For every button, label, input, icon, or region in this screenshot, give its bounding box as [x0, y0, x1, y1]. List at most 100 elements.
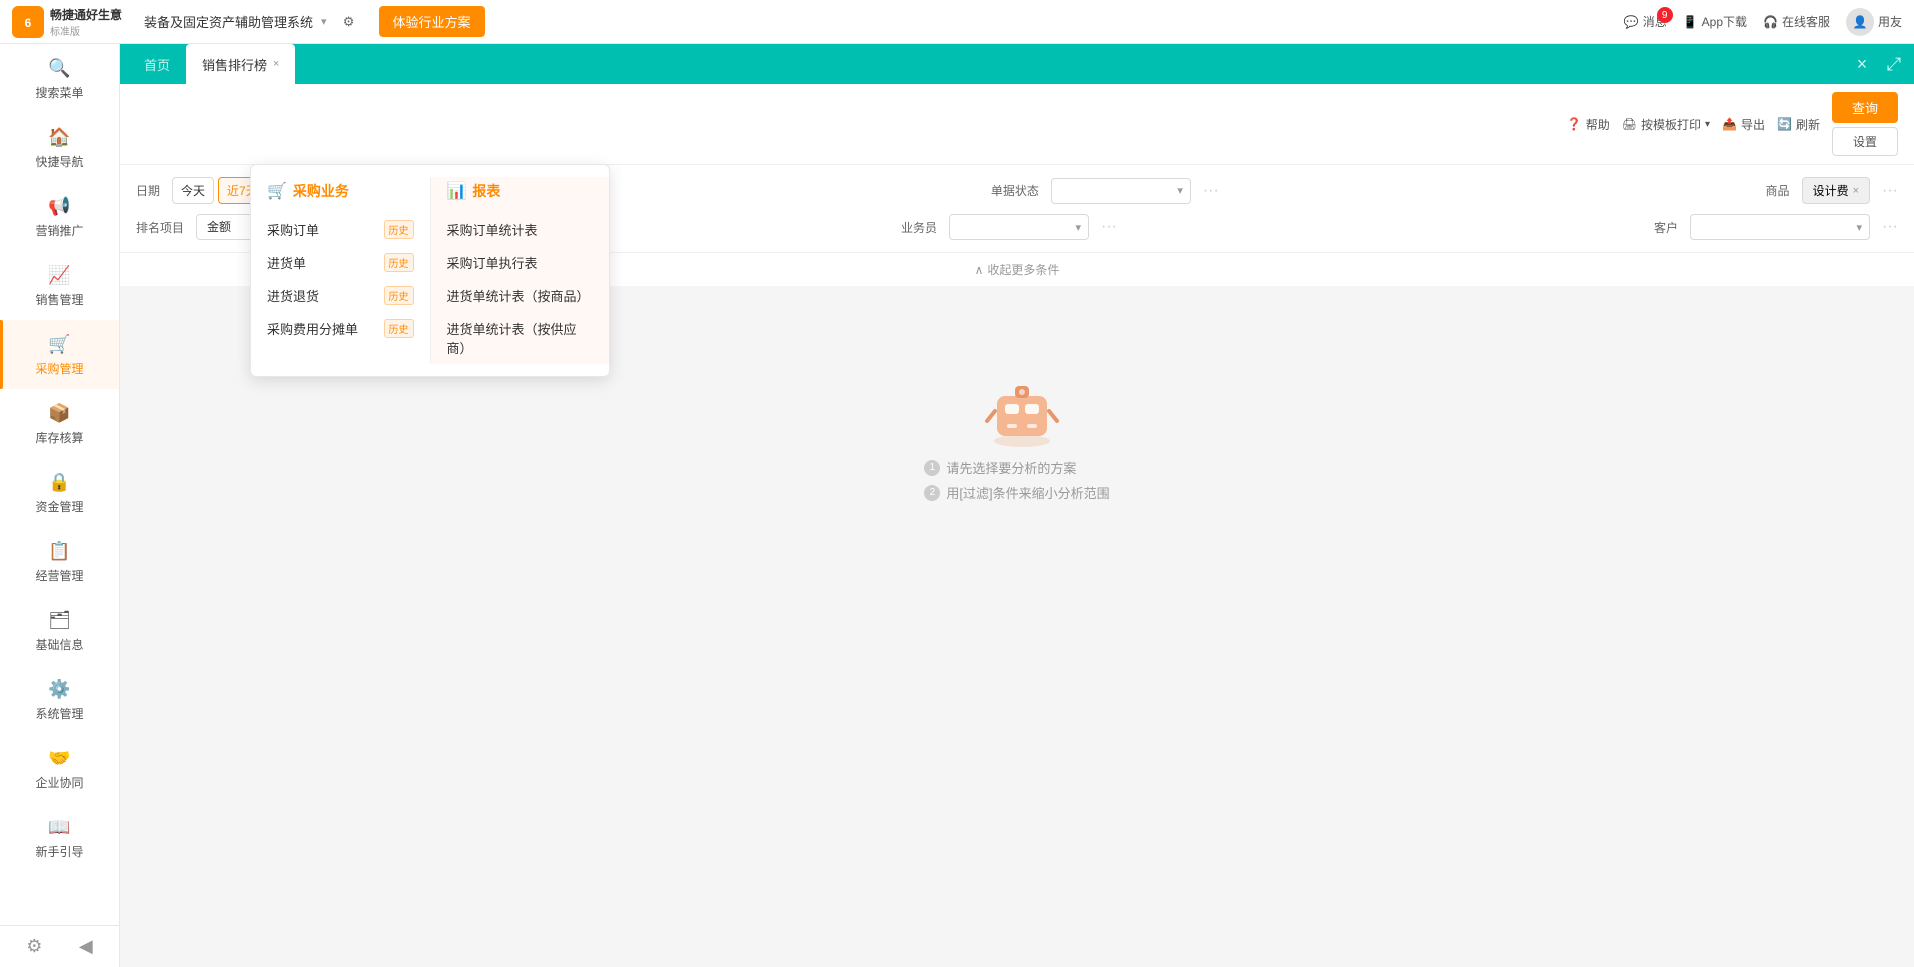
user-label: 用友: [1878, 13, 1902, 30]
dropdown-item-receipt[interactable]: 进货单 历史: [267, 246, 414, 279]
dropdown-col-reports: 📊 报表 采购订单统计表 采购订单执行表 进货单统计表（按商品）: [430, 177, 610, 364]
salesman-select[interactable]: [949, 214, 1089, 240]
goods-label: 商品: [1766, 182, 1790, 199]
refresh-label: 刷新: [1796, 116, 1820, 133]
settings-icon[interactable]: ⚙: [335, 8, 363, 36]
sidebar-item-purchase[interactable]: 🛒 采购管理: [0, 320, 119, 389]
sidebar-label-newbie: 新手引导: [35, 843, 83, 860]
avatar-icon: 👤: [1853, 15, 1868, 29]
sidebar-item-inventory[interactable]: 📦 库存核算: [0, 389, 119, 458]
dropdown-item-return[interactable]: 进货退货 历史: [267, 279, 414, 312]
empty-text-line2: 2 用[过滤]条件来缩小分析范围: [924, 483, 1109, 502]
trial-button[interactable]: 体验行业方案: [379, 6, 485, 37]
sidebar-item-sales[interactable]: 📈 销售管理: [0, 251, 119, 320]
online-service-label: 在线客服: [1782, 13, 1830, 30]
cost-history-badge: 历史: [384, 319, 414, 338]
sidebar-item-quicknav[interactable]: 🏠 快捷导航: [0, 113, 119, 182]
goods-tag-text: 设计费: [1813, 182, 1849, 199]
search-icon: 🔍: [48, 56, 72, 80]
dropdown-item-po-stats[interactable]: 采购订单统计表: [447, 213, 594, 246]
tab-expand-icon[interactable]: ⤢: [1882, 52, 1906, 76]
app-download-action[interactable]: 📱 App下载: [1683, 13, 1747, 30]
sidebar-label-marketing: 营销推广: [35, 222, 83, 239]
sidebar-item-finance[interactable]: 🔒 资金管理: [0, 458, 119, 527]
sidebar-item-search[interactable]: 🔍 搜索菜单: [0, 44, 119, 113]
sidebar-item-basic[interactable]: 🗂 基础信息: [0, 596, 119, 665]
purchase-dropdown-menu: 🛒 采购业务 采购订单 历史 进货单 历史 进货退货: [250, 164, 610, 377]
goods-tag[interactable]: 设计费 ×: [1802, 177, 1870, 204]
bill-status-select[interactable]: [1051, 178, 1191, 204]
page-content: ❓ 帮助 🖨 按模板打印 ▾ 📤 导出 🔄 刷新 查询: [120, 84, 1914, 967]
print-button[interactable]: 🖨 按模板打印 ▾: [1622, 116, 1710, 133]
dropdown-item-cost[interactable]: 采购费用分摊单 历史: [267, 312, 414, 345]
tab-close-window-icon[interactable]: ×: [1850, 52, 1874, 76]
return-label: 进货退货: [267, 286, 319, 305]
sidebar-item-enterprise[interactable]: 🤝 企业协同: [0, 734, 119, 803]
bill-status-select-wrap: [1051, 178, 1191, 204]
active-indicator: [0, 320, 3, 389]
tab-sales-rank-label: 销售排行榜: [202, 55, 267, 74]
sidebar-label-search: 搜索菜单: [35, 84, 83, 101]
step-1-icon: 1: [924, 460, 940, 476]
return-history-badge: 历史: [384, 286, 414, 305]
export-button[interactable]: 📤 导出: [1722, 116, 1765, 133]
bill-status-label: 单据状态: [991, 182, 1039, 199]
refresh-button[interactable]: 🔄 刷新: [1777, 116, 1820, 133]
dropdown-arrow-icon[interactable]: ▾: [321, 15, 327, 28]
dropdown-col-purchase: 🛒 采购业务 采购订单 历史 进货单 历史 进货退货: [251, 177, 430, 364]
sidebar-item-newbie[interactable]: 📖 新手引导: [0, 803, 119, 872]
toolbar-row: ❓ 帮助 🖨 按模板打印 ▾ 📤 导出 🔄 刷新 查询: [120, 84, 1914, 165]
logo-text-area: 畅捷通好生意 标准版: [50, 6, 122, 38]
tab-close-icon[interactable]: ×: [273, 58, 279, 70]
settings-bottom-icon[interactable]: ⚙: [26, 936, 42, 957]
bill-status-dots[interactable]: ···: [1203, 182, 1219, 200]
dropdown-col-reports-title: 📊 报表: [447, 177, 594, 213]
sidebar-item-system[interactable]: ⚙️ 系统管理: [0, 665, 119, 734]
empty-text-area: 1 请先选择要分析的方案 2 用[过滤]条件来缩小分析范围: [924, 458, 1109, 502]
print-arrow-icon: ▾: [1705, 119, 1710, 130]
dropdown-item-po[interactable]: 采购订单 历史: [267, 213, 414, 246]
help-button[interactable]: ❓ 帮助: [1567, 116, 1610, 133]
customer-dots[interactable]: ···: [1882, 218, 1898, 236]
empty-illustration: [977, 366, 1057, 446]
dropdown-item-receipt-stats-goods[interactable]: 进货单统计表（按商品）: [447, 279, 594, 312]
po-history-badge: 历史: [384, 220, 414, 239]
action-buttons: 查询 设置: [1832, 92, 1898, 156]
po-label: 采购订单: [267, 220, 319, 239]
rank-label: 排名项目: [136, 219, 184, 236]
collapse-text: 收起更多条件: [987, 261, 1059, 278]
print-label: 按模板打印: [1641, 116, 1701, 133]
dropdown-col1-title-text: 采购业务: [293, 181, 349, 201]
sidebar-item-marketing[interactable]: 📢 营销推广: [0, 182, 119, 251]
user-action[interactable]: 👤 用友: [1846, 8, 1902, 36]
customer-select[interactable]: [1690, 214, 1870, 240]
headset-icon: 🎧: [1763, 15, 1778, 29]
sidebar-label-basic: 基础信息: [35, 636, 83, 653]
salesman-dots[interactable]: ···: [1101, 218, 1117, 236]
goods-dots[interactable]: ···: [1882, 182, 1898, 200]
basic-icon: 🗂: [48, 608, 72, 632]
tab-sales-rank[interactable]: 销售排行榜 ×: [186, 44, 295, 84]
avatar: 👤: [1846, 8, 1874, 36]
sidebar-label-finance: 资金管理: [35, 498, 83, 515]
set-button[interactable]: 设置: [1832, 127, 1898, 156]
collapse-icon: ∧: [975, 263, 984, 277]
goods-tag-remove[interactable]: ×: [1853, 185, 1859, 197]
collapse-sidebar-icon[interactable]: ◀: [79, 936, 93, 957]
dropdown-item-po-exec[interactable]: 采购订单执行表: [447, 246, 594, 279]
sidebar-item-operation[interactable]: 📋 经营管理: [0, 527, 119, 596]
export-icon: 📤: [1722, 117, 1737, 131]
sidebar-label-system: 系统管理: [35, 705, 83, 722]
empty-text-step1: 请先选择要分析的方案: [946, 458, 1076, 477]
logo-icon: 6: [12, 6, 44, 38]
notification-action[interactable]: 💬 消息 9: [1624, 13, 1667, 30]
query-button[interactable]: 查询: [1832, 92, 1898, 123]
purchase-icon: 🛒: [48, 332, 72, 356]
sidebar-label-quicknav: 快捷导航: [35, 153, 83, 170]
tab-home[interactable]: 首页: [128, 44, 186, 84]
enterprise-icon: 🤝: [48, 746, 72, 770]
sidebar-label-inventory: 库存核算: [35, 429, 83, 446]
online-service-action[interactable]: 🎧 在线客服: [1763, 13, 1830, 30]
date-today-btn[interactable]: 今天: [172, 177, 214, 204]
dropdown-item-receipt-stats-supplier[interactable]: 进货单统计表（按供应商）: [447, 312, 594, 364]
